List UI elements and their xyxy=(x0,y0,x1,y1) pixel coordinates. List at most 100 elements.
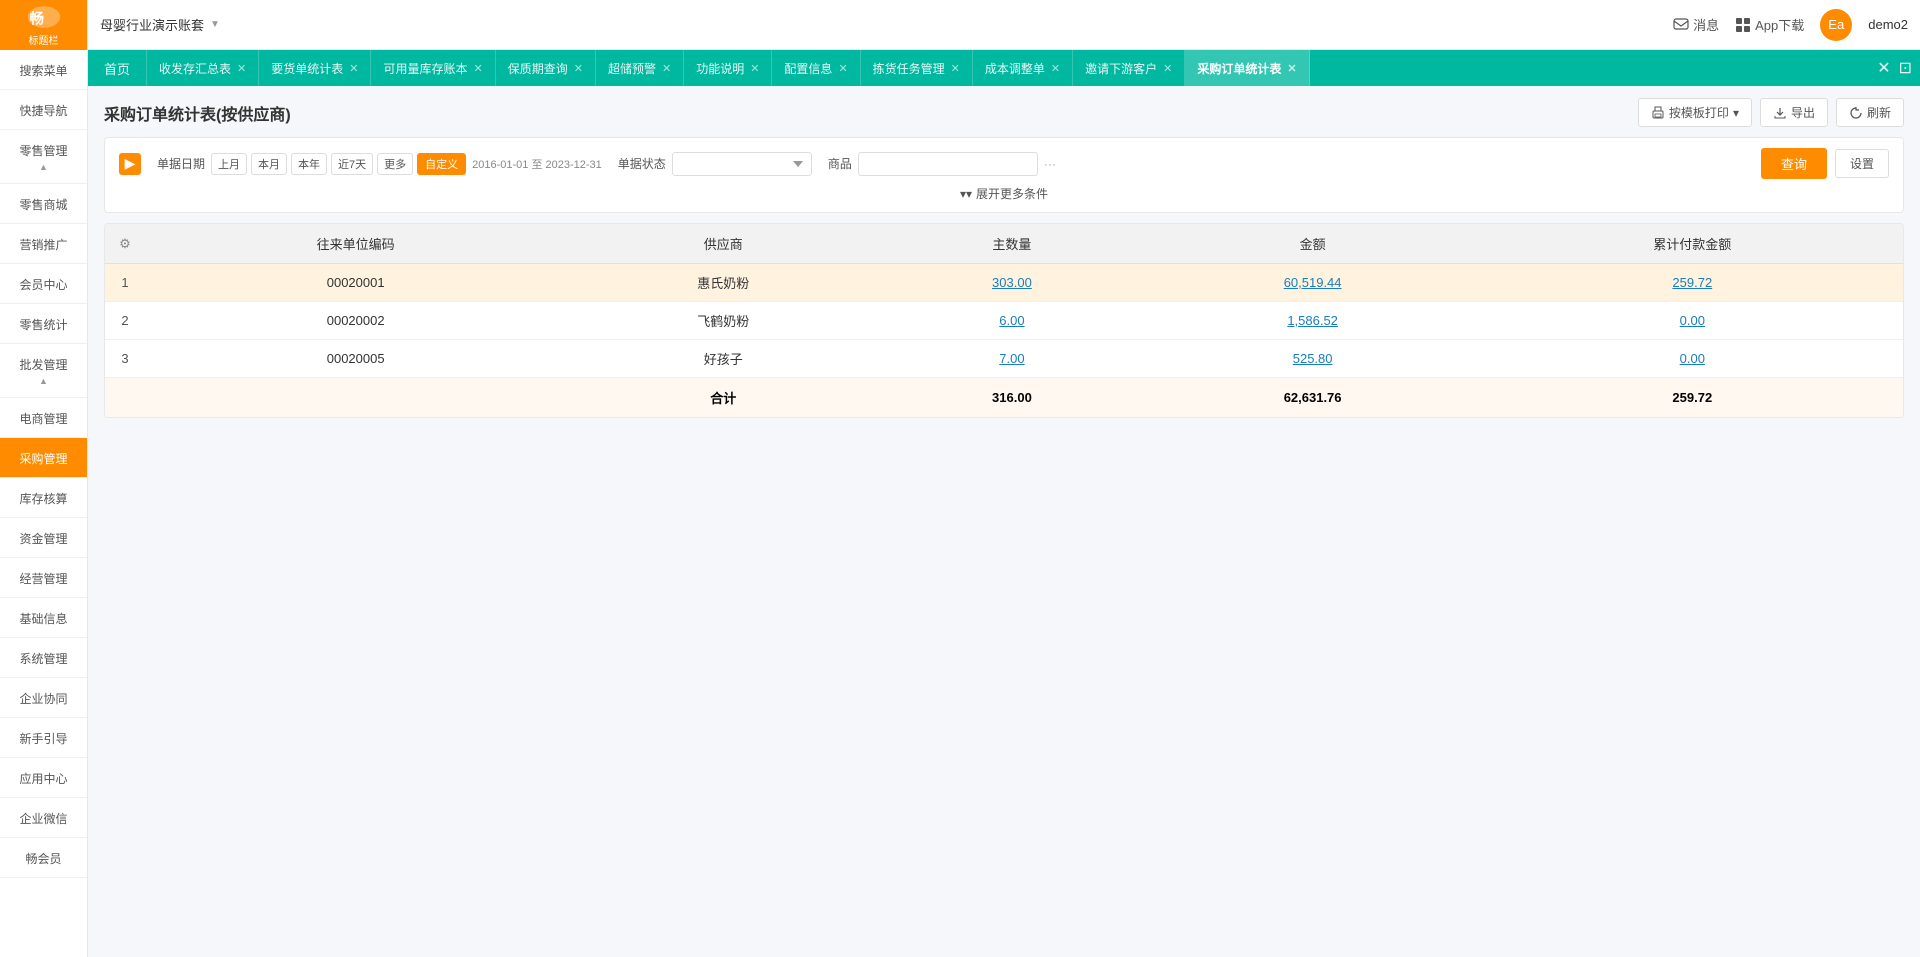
refresh-btn[interactable]: 刷新 xyxy=(1836,98,1904,127)
message-label: 消息 xyxy=(1693,15,1719,34)
col-paid: 累计付款金额 xyxy=(1482,224,1903,264)
tab-close-btn[interactable]: ✕ xyxy=(1287,62,1296,75)
cell-amount[interactable]: 525.80 xyxy=(1144,340,1482,378)
nav-tab-overstock-warning[interactable]: 超储预警✕ xyxy=(596,50,684,86)
cell-qty[interactable]: 303.00 xyxy=(880,264,1143,302)
nav-tab-available-stock[interactable]: 可用量库存账本✕ xyxy=(371,50,495,86)
filter-toggle-btn[interactable]: ▶ xyxy=(119,153,141,175)
sidebar-item-finance-mgmt[interactable]: 资金管理 xyxy=(0,518,87,558)
cell-amount[interactable]: 1,586.52 xyxy=(1144,302,1482,340)
col-amount: 金额 xyxy=(1144,224,1482,264)
sidebar-item-basic-info[interactable]: 基础信息 xyxy=(0,598,87,638)
date-more[interactable]: 更多 xyxy=(377,153,413,175)
message-btn[interactable]: 消息 xyxy=(1673,15,1719,34)
maximize-btn[interactable]: ⊡ xyxy=(1899,58,1912,78)
export-icon xyxy=(1773,106,1787,120)
arrow-icon: ▲ xyxy=(39,376,48,386)
sidebar-item-enterprise-collab[interactable]: 企业协同 xyxy=(0,678,87,718)
sidebar-item-sys-mgmt[interactable]: 系统管理 xyxy=(0,638,87,678)
nav-tab-config-info[interactable]: 配置信息 ✕ xyxy=(772,50,860,86)
cell-rownum: 2 xyxy=(105,302,145,340)
sidebar-item-label: 经营管理 xyxy=(0,570,87,587)
workspace-name: 母婴行业演示账套 xyxy=(100,15,204,34)
nav-tab-purchase-stats[interactable]: 采购订单统计表✕ xyxy=(1185,50,1309,86)
nav-tabs-end: ✕ ⊡ xyxy=(1869,58,1920,78)
app-logo[interactable]: 畅 标题栏 xyxy=(0,0,87,50)
sidebar-item-label: 基础信息 xyxy=(0,610,87,627)
cell-paid[interactable]: 0.00 xyxy=(1482,340,1903,378)
sidebar-item-ecommerce-mgmt[interactable]: 电商管理 xyxy=(0,398,87,438)
sidebar-item-search[interactable]: 搜索菜单 xyxy=(0,50,87,90)
tab-close-btn[interactable]: ✕ xyxy=(574,62,583,75)
date-7days[interactable]: 近7天 xyxy=(331,153,373,175)
date-this-year[interactable]: 本年 xyxy=(291,153,327,175)
tab-close-btn[interactable]: ✕ xyxy=(474,62,483,75)
sidebar-item-retail-stats[interactable]: 零售统计 xyxy=(0,304,87,344)
date-custom-btn[interactable]: 自定义 xyxy=(417,153,466,175)
cell-qty[interactable]: 6.00 xyxy=(880,302,1143,340)
cell-qty[interactable]: 7.00 xyxy=(880,340,1143,378)
nav-tab-function-desc[interactable]: 功能说明 ✕ xyxy=(684,50,772,86)
sidebar-item-ops-mgmt[interactable]: 经营管理 xyxy=(0,558,87,598)
expand-more-icon: ▾▾ xyxy=(960,187,972,201)
col-settings[interactable]: ⚙ xyxy=(105,224,145,264)
nav-tab-order-stats[interactable]: 要货单统计表✕ xyxy=(259,50,371,86)
tab-close-btn[interactable]: ✕ xyxy=(951,62,960,75)
user-avatar[interactable]: Ea xyxy=(1820,9,1852,41)
sidebar-item-retail-mgmt[interactable]: 零售管理▲ xyxy=(0,130,87,184)
sidebar-item-enterprise-wechat[interactable]: 企业微信 xyxy=(0,798,87,838)
sidebar-item-quick-nav[interactable]: 快捷导航 xyxy=(0,90,87,130)
tab-close-btn[interactable]: ✕ xyxy=(349,62,358,75)
tab-close-btn[interactable]: ✕ xyxy=(1163,62,1172,75)
close-tab-btn[interactable]: ✕ xyxy=(1877,58,1890,78)
tab-close-btn[interactable]: ✕ xyxy=(838,62,847,75)
col-supplier: 供应商 xyxy=(566,224,880,264)
app-download-btn[interactable]: App下载 xyxy=(1735,15,1804,34)
sidebar-item-vip-member[interactable]: 畅会员 xyxy=(0,838,87,878)
date-last-month[interactable]: 上月 xyxy=(211,153,247,175)
sidebar-item-app-center[interactable]: 应用中心 xyxy=(0,758,87,798)
status-filter-label: 单据状态 xyxy=(618,155,666,172)
setting-btn[interactable]: 设置 xyxy=(1835,149,1889,178)
sidebar-item-new-guide[interactable]: 新手引导 xyxy=(0,718,87,758)
tab-label: 成本调整单 xyxy=(985,60,1045,77)
sidebar-item-marketing[interactable]: 营销推广 xyxy=(0,224,87,264)
nav-tab-cost-adjust[interactable]: 成本调整单 ✕ xyxy=(973,50,1073,86)
table-row: 3 00020005 好孩子 7.00 525.80 0.00 xyxy=(105,340,1903,378)
nav-tab-home[interactable]: 首页 xyxy=(88,50,147,86)
tab-close-btn[interactable]: ✕ xyxy=(750,62,759,75)
tab-label: 功能说明 xyxy=(696,60,744,77)
footer-paid: 259.72 xyxy=(1482,378,1903,418)
sidebar-item-label: 新手引导 xyxy=(0,730,87,747)
tab-close-btn[interactable]: ✕ xyxy=(1051,62,1060,75)
cell-rownum: 1 xyxy=(105,264,145,302)
sidebar-item-member-center[interactable]: 会员中心 xyxy=(0,264,87,304)
sidebar-item-inventory-check[interactable]: 库存核算 xyxy=(0,478,87,518)
nav-tab-receive-send[interactable]: 收发存汇总表✕ xyxy=(147,50,259,86)
data-table: ⚙ 往来单位编码 供应商 主数量 金额 累计付款金额 1 00020001 惠氏… xyxy=(105,224,1903,417)
status-select[interactable]: 待审核 已审核 xyxy=(672,152,812,176)
goods-input[interactable] xyxy=(858,152,1038,176)
print-btn[interactable]: 按模板打印 ▾ xyxy=(1638,98,1752,127)
tab-close-btn[interactable]: ✕ xyxy=(237,62,246,75)
goods-more-btn[interactable]: ··· xyxy=(1044,157,1056,171)
nav-tab-picking-task[interactable]: 拣货任务管理✕ xyxy=(861,50,973,86)
workspace-selector[interactable]: 母婴行业演示账套 ▼ xyxy=(100,15,260,34)
nav-tab-expiry-query[interactable]: 保质期查询 ✕ xyxy=(496,50,596,86)
expand-more-btn[interactable]: ▾▾ 展开更多条件 xyxy=(960,185,1048,202)
sidebar-item-wholesale-mgmt[interactable]: 批发管理▲ xyxy=(0,344,87,398)
nav-tab-invite-downstream[interactable]: 邀请下游客户✕ xyxy=(1073,50,1185,86)
date-this-month[interactable]: 本月 xyxy=(251,153,287,175)
export-btn[interactable]: 导出 xyxy=(1760,98,1828,127)
sidebar-item-retail-store[interactable]: 零售商城 xyxy=(0,184,87,224)
tab-label: 配置信息 xyxy=(784,60,832,77)
tab-close-btn[interactable]: ✕ xyxy=(662,62,671,75)
sidebar-item-purchase-mgmt[interactable]: 采购管理 xyxy=(0,438,87,478)
settings-icon[interactable]: ⚙ xyxy=(117,236,133,252)
cell-code: 00020002 xyxy=(145,302,566,340)
cell-paid[interactable]: 259.72 xyxy=(1482,264,1903,302)
cell-paid[interactable]: 0.00 xyxy=(1482,302,1903,340)
cell-amount[interactable]: 60,519.44 xyxy=(1144,264,1482,302)
query-btn[interactable]: 查询 xyxy=(1761,148,1827,179)
tab-label: 保质期查询 xyxy=(508,60,568,77)
